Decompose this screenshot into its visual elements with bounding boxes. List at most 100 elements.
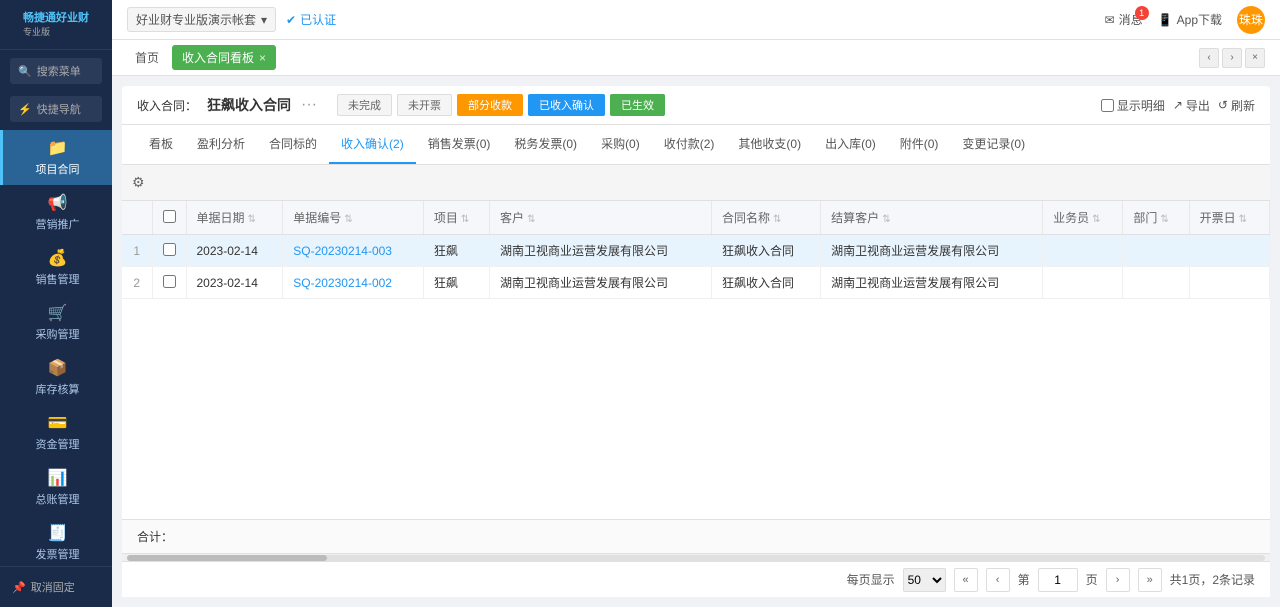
detail-tab-0[interactable]: 看板 bbox=[137, 125, 185, 164]
cert-label: 已认证 bbox=[300, 11, 336, 28]
detail-tab-2[interactable]: 合同标的 bbox=[257, 125, 329, 164]
table-wrapper[interactable]: 单据日期⇅ 单据编号⇅ 项目⇅ 客户⇅ 合同名称⇅ 结算客户⇅ 业务员⇅ 部门⇅… bbox=[122, 201, 1270, 519]
col-department[interactable]: 部门⇅ bbox=[1123, 201, 1189, 235]
row-customer-0: 湖南卫视商业运营发展有限公司 bbox=[490, 235, 712, 267]
detail-tab-3[interactable]: 收入确认(2) bbox=[329, 125, 416, 164]
detail-tab-6[interactable]: 采购(0) bbox=[589, 125, 652, 164]
order-link-1[interactable]: SQ-20230214-002 bbox=[293, 276, 392, 290]
contract-actions: 显示明细 ↗ 导出 ↺ 刷新 bbox=[1101, 97, 1255, 114]
order-link-0[interactable]: SQ-20230214-003 bbox=[293, 244, 392, 258]
detail-tab-8[interactable]: 其他收支(0) bbox=[726, 125, 813, 164]
active-tab[interactable]: 收入合同看板 × bbox=[172, 45, 276, 70]
detail-tab-11[interactable]: 变更记录(0) bbox=[950, 125, 1037, 164]
sort-invoicedate-icon: ⇅ bbox=[1239, 214, 1247, 225]
col-salesperson[interactable]: 业务员⇅ bbox=[1043, 201, 1123, 235]
detail-tab-4[interactable]: 销售发票(0) bbox=[416, 125, 503, 164]
more-options-button[interactable]: ··· bbox=[301, 96, 317, 114]
status-btn-0[interactable]: 未完成 bbox=[337, 94, 392, 116]
col-invoice-date[interactable]: 开票日⇅ bbox=[1189, 201, 1269, 235]
export-label: 导出 bbox=[1186, 97, 1210, 114]
detail-tab-10[interactable]: 附件(0) bbox=[888, 125, 951, 164]
page-input[interactable] bbox=[1038, 568, 1078, 592]
sidebar-item-0[interactable]: 📁项目合同 bbox=[0, 130, 112, 185]
sidebar-item-icon-7: 🧾 bbox=[48, 523, 68, 543]
row-checkbox-1[interactable] bbox=[152, 267, 186, 299]
horizontal-scrollbar[interactable] bbox=[122, 553, 1270, 561]
tab-close-button[interactable]: × bbox=[259, 51, 266, 65]
sidebar-items-list: 📁项目合同📢营销推广💰销售管理🛒采购管理📦库存核算💳资金管理📊总账管理🧾发票管理… bbox=[0, 130, 112, 566]
search-menu-label: 搜索菜单 bbox=[37, 63, 81, 79]
col-customer-label: 客户 bbox=[500, 211, 524, 225]
col-settle-customer-label: 结算客户 bbox=[831, 211, 879, 225]
refresh-button[interactable]: ↺ 刷新 bbox=[1218, 97, 1255, 114]
detail-tab-7[interactable]: 收付款(2) bbox=[652, 125, 727, 164]
home-tab[interactable]: 首页 bbox=[127, 45, 167, 70]
checkbox-header[interactable] bbox=[152, 201, 186, 235]
scroll-thumb[interactable] bbox=[127, 555, 327, 561]
row-orderno-1: SQ-20230214-002 bbox=[283, 267, 424, 299]
sort-customer-icon: ⇅ bbox=[527, 214, 535, 225]
detail-tab-1[interactable]: 盈利分析 bbox=[185, 125, 257, 164]
prev-page-button[interactable]: ‹ bbox=[986, 568, 1010, 592]
tab-navigation: ‹ › × bbox=[1199, 48, 1265, 68]
table-toolbar: ⚙ bbox=[122, 165, 1270, 201]
export-icon: ↗ bbox=[1173, 98, 1183, 112]
quick-nav-button[interactable]: ⚡ 快捷导航 bbox=[10, 96, 102, 122]
col-contract-name[interactable]: 合同名称⇅ bbox=[711, 201, 820, 235]
row-date-0: 2023-02-14 bbox=[186, 235, 283, 267]
message-button[interactable]: ✉ 1 消息 bbox=[1105, 11, 1143, 28]
sidebar-item-1[interactable]: 📢营销推广 bbox=[0, 185, 112, 240]
last-page-button[interactable]: » bbox=[1138, 568, 1162, 592]
app-download-button[interactable]: 📱 App下载 bbox=[1158, 11, 1222, 28]
row-num-0: 1 bbox=[122, 235, 152, 267]
sidebar-item-5[interactable]: 💳资金管理 bbox=[0, 405, 112, 460]
col-project[interactable]: 项目⇅ bbox=[423, 201, 489, 235]
search-menu-button[interactable]: 🔍 搜索菜单 bbox=[10, 58, 102, 84]
row-checkbox-0[interactable] bbox=[152, 235, 186, 267]
row-salesperson-0 bbox=[1043, 235, 1123, 267]
detail-tab-5[interactable]: 税务发票(0) bbox=[502, 125, 589, 164]
row-settlecustomer-0: 湖南卫视商业运营发展有限公司 bbox=[821, 235, 1043, 267]
sort-contractname-icon: ⇅ bbox=[773, 214, 781, 225]
cert-status: ✔ 已认证 bbox=[286, 11, 336, 28]
status-btn-3[interactable]: 已收入确认 bbox=[528, 94, 605, 116]
col-project-label: 项目 bbox=[434, 211, 458, 225]
detail-tab-9[interactable]: 出入库(0) bbox=[813, 125, 888, 164]
next-page-button[interactable]: › bbox=[1106, 568, 1130, 592]
select-all-checkbox[interactable] bbox=[163, 210, 176, 223]
first-page-button[interactable]: « bbox=[954, 568, 978, 592]
export-button[interactable]: ↗ 导出 bbox=[1173, 97, 1210, 114]
content-area: 收入合同： 狂飙收入合同 ··· 未完成未开票部分收款已收入确认已生效 显示明细… bbox=[112, 76, 1280, 607]
tab-nav-close[interactable]: × bbox=[1245, 48, 1265, 68]
row-check-input-0[interactable] bbox=[163, 243, 176, 256]
app-name: 畅捷通好业财 bbox=[23, 11, 89, 25]
user-avatar[interactable]: 珠珠 bbox=[1237, 6, 1265, 34]
show-details-input[interactable] bbox=[1101, 99, 1114, 112]
sidebar-item-2[interactable]: 💰销售管理 bbox=[0, 240, 112, 295]
col-date[interactable]: 单据日期⇅ bbox=[186, 201, 283, 235]
tab-nav-next[interactable]: › bbox=[1222, 48, 1242, 68]
row-check-input-1[interactable] bbox=[163, 275, 176, 288]
company-selector[interactable]: 好业财专业版演示帐套 ▾ bbox=[127, 7, 276, 32]
sidebar-item-3[interactable]: 🛒采购管理 bbox=[0, 295, 112, 350]
per-page-select[interactable]: 50 100 200 bbox=[903, 568, 946, 592]
sidebar-item-7[interactable]: 🧾发票管理 bbox=[0, 515, 112, 566]
status-btn-1[interactable]: 未开票 bbox=[397, 94, 452, 116]
status-btn-2[interactable]: 部分收款 bbox=[457, 94, 523, 116]
col-settle-customer[interactable]: 结算客户⇅ bbox=[821, 201, 1043, 235]
sidebar-item-4[interactable]: 📦库存核算 bbox=[0, 350, 112, 405]
sort-date-icon: ⇅ bbox=[248, 214, 256, 225]
sidebar-item-6[interactable]: 📊总账管理 bbox=[0, 460, 112, 515]
tab-nav-prev[interactable]: ‹ bbox=[1199, 48, 1219, 68]
status-btn-4[interactable]: 已生效 bbox=[610, 94, 665, 116]
settings-icon[interactable]: ⚙ bbox=[132, 174, 145, 191]
search-icon: 🔍 bbox=[18, 65, 32, 78]
sidebar-item-label-5: 资金管理 bbox=[36, 436, 80, 452]
unpin-button[interactable]: 📌 取消固定 bbox=[8, 575, 104, 599]
row-contractname-1: 狂飙收入合同 bbox=[711, 267, 820, 299]
pin-icon: 📌 bbox=[12, 581, 26, 594]
refresh-icon: ↺ bbox=[1218, 98, 1228, 112]
col-order-no[interactable]: 单据编号⇅ bbox=[283, 201, 424, 235]
show-details-checkbox[interactable]: 显示明细 bbox=[1101, 97, 1165, 114]
col-customer[interactable]: 客户⇅ bbox=[490, 201, 712, 235]
